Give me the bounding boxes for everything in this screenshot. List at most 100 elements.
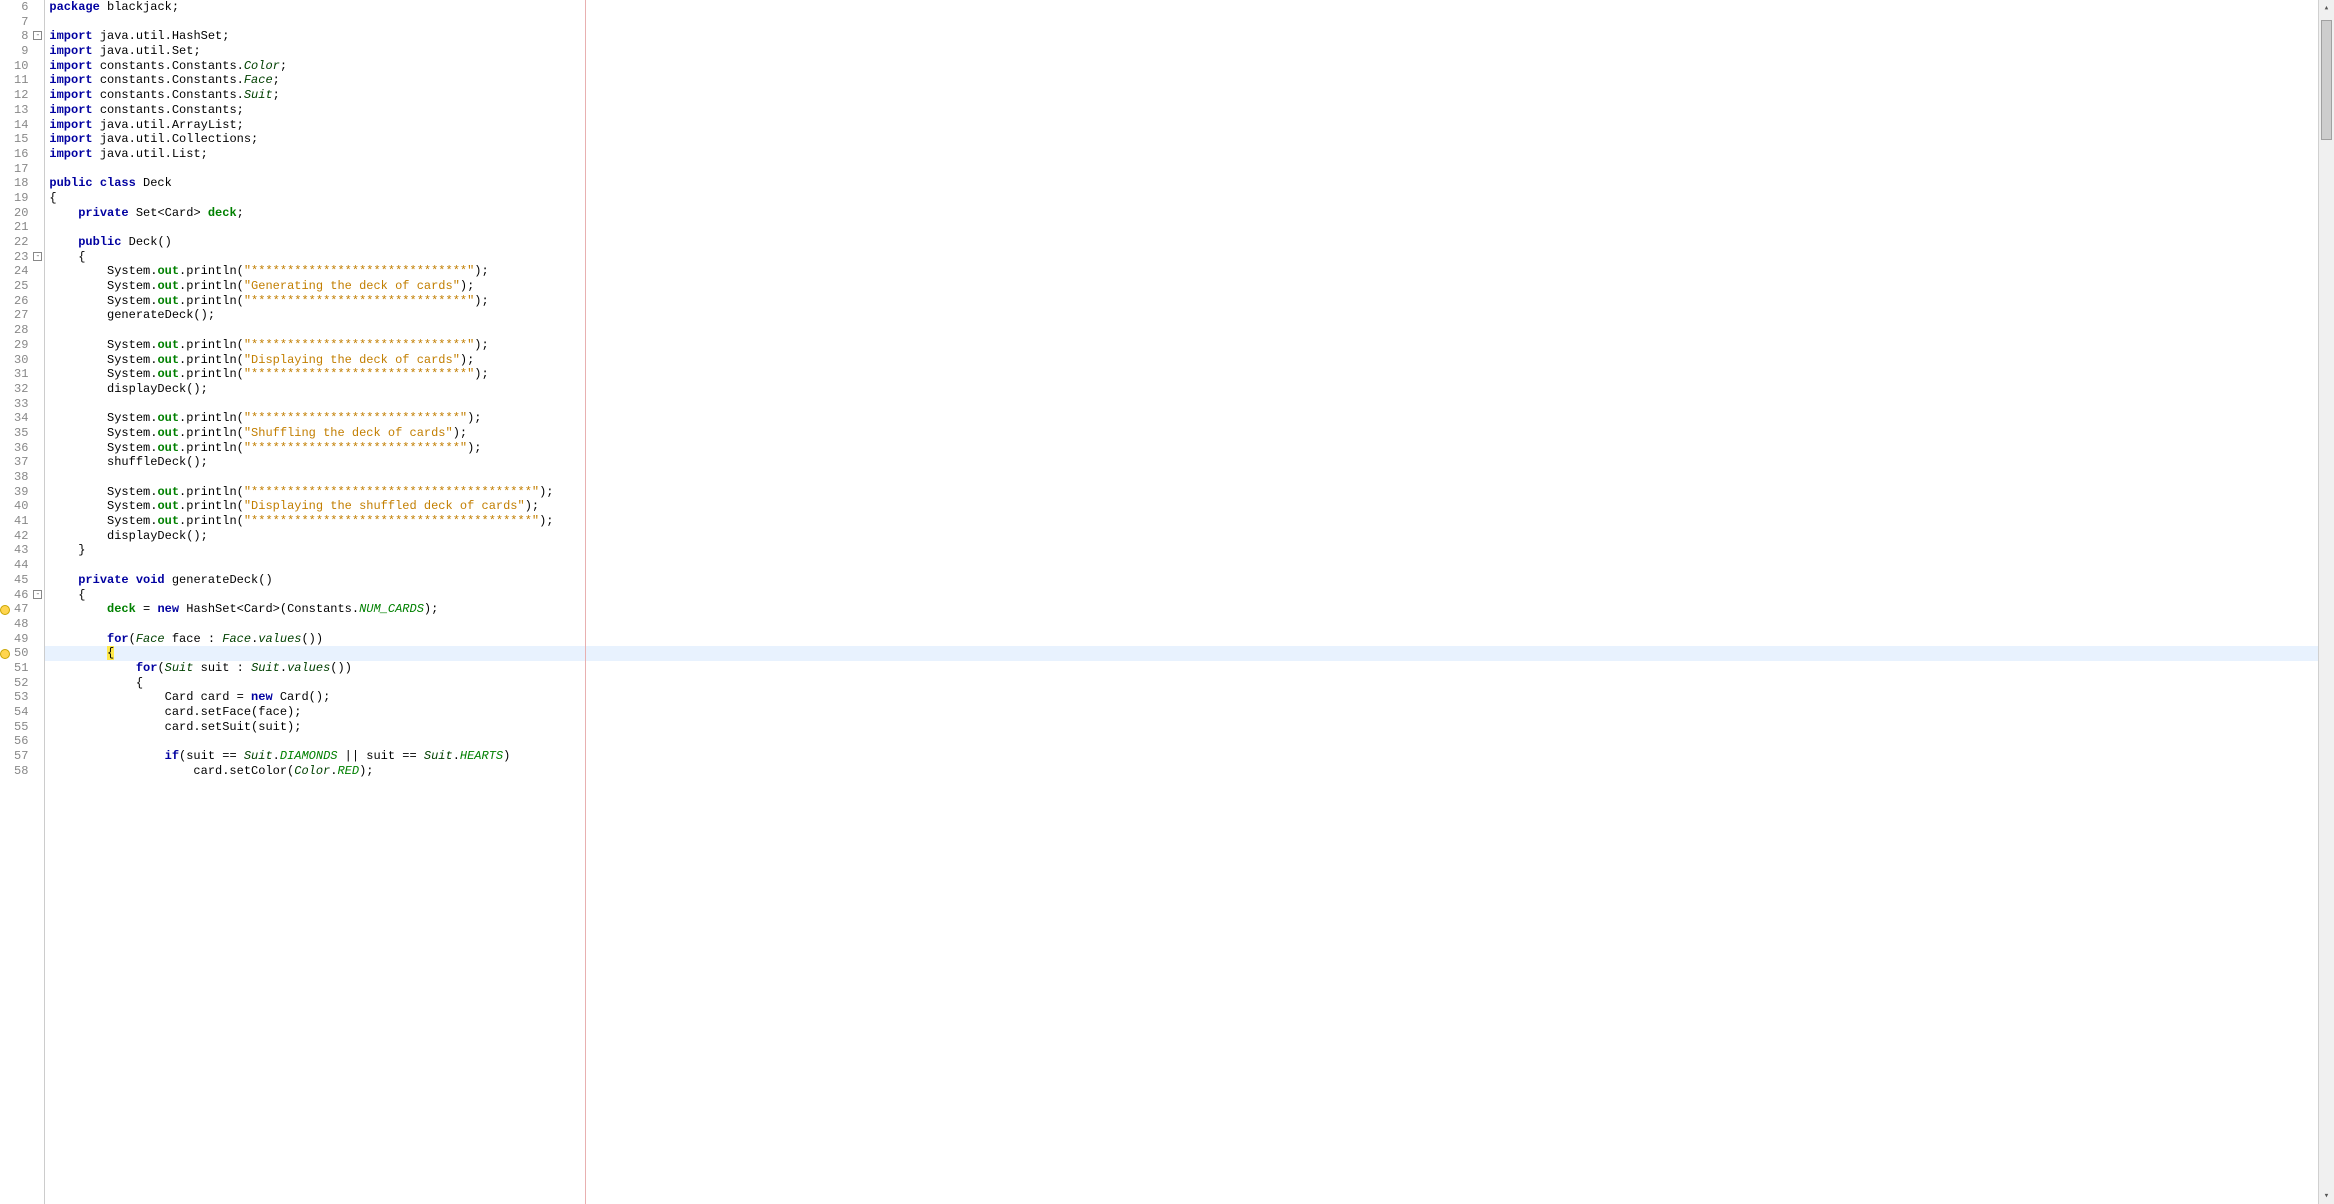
line-number: 32 (14, 382, 28, 397)
code-line[interactable] (45, 734, 2318, 749)
line-number: 9 (14, 44, 28, 59)
code-line[interactable]: { (45, 676, 2318, 691)
line-number: 44 (14, 558, 28, 573)
code-line[interactable]: import java.util.Collections; (45, 132, 2318, 147)
code-line[interactable]: public class Deck (45, 176, 2318, 191)
code-line[interactable]: if(suit == Suit.DIAMONDS || suit == Suit… (45, 749, 2318, 764)
line-number: 26 (14, 294, 28, 309)
fold-toggle-icon[interactable]: - (33, 590, 42, 599)
code-line[interactable]: System.out.println("Displaying the deck … (45, 353, 2318, 368)
scroll-down-arrow[interactable]: ▾ (2319, 1188, 2334, 1204)
line-number: 21 (14, 220, 28, 235)
code-line[interactable]: shuffleDeck(); (45, 455, 2318, 470)
code-line[interactable]: System.out.println("********************… (45, 514, 2318, 529)
line-number: 22 (14, 235, 28, 250)
code-line[interactable]: for(Suit suit : Suit.values()) (45, 661, 2318, 676)
code-line[interactable]: System.out.println("********************… (45, 485, 2318, 500)
code-line[interactable]: Card card = new Card(); (45, 690, 2318, 705)
fold-toggle-icon[interactable]: - (33, 31, 42, 40)
code-line[interactable]: private void generateDeck() (45, 573, 2318, 588)
code-line[interactable] (45, 617, 2318, 632)
code-line[interactable]: public Deck() (45, 235, 2318, 250)
line-number: 52 (14, 676, 28, 691)
code-line[interactable]: card.setColor(Color.RED); (45, 764, 2318, 779)
code-line[interactable] (45, 397, 2318, 412)
line-number: 13 (14, 103, 28, 118)
line-number: 54 (14, 705, 28, 720)
code-line[interactable]: import java.util.Set; (45, 44, 2318, 59)
line-number: 36 (14, 441, 28, 456)
line-number: 46 (14, 588, 28, 603)
line-number: 53 (14, 690, 28, 705)
code-line[interactable]: for(Face face : Face.values()) (45, 632, 2318, 647)
code-line[interactable]: private Set<Card> deck; (45, 206, 2318, 221)
code-line[interactable]: displayDeck(); (45, 529, 2318, 544)
code-line[interactable] (45, 15, 2318, 30)
code-line[interactable]: System.out.println("Shuffling the deck o… (45, 426, 2318, 441)
code-line[interactable]: card.setFace(face); (45, 705, 2318, 720)
line-number: 57 (14, 749, 28, 764)
line-number: 17 (14, 162, 28, 177)
code-line[interactable]: import java.util.ArrayList; (45, 118, 2318, 133)
line-number: 11 (14, 73, 28, 88)
code-line[interactable]: System.out.println("Generating the deck … (45, 279, 2318, 294)
code-line[interactable] (45, 220, 2318, 235)
code-line[interactable]: System.out.println("********************… (45, 411, 2318, 426)
line-number: 27 (14, 308, 28, 323)
code-line[interactable]: { (45, 588, 2318, 603)
hint-bulb-icon[interactable] (0, 649, 10, 659)
code-line[interactable]: { (45, 646, 2318, 661)
scroll-up-arrow[interactable]: ▴ (2319, 0, 2334, 16)
gutter: 6789101112131415161718192021222324252627… (0, 0, 45, 1204)
code-line[interactable]: generateDeck(); (45, 308, 2318, 323)
line-number: 45 (14, 573, 28, 588)
code-line[interactable] (45, 162, 2318, 177)
line-number: 41 (14, 514, 28, 529)
code-line[interactable]: } (45, 543, 2318, 558)
code-area[interactable]: package blackjack; import java.util.HashS… (45, 0, 2318, 1204)
code-line[interactable]: card.setSuit(suit); (45, 720, 2318, 735)
code-line[interactable] (45, 558, 2318, 573)
scroll-thumb[interactable] (2321, 20, 2332, 140)
code-line[interactable]: import java.util.List; (45, 147, 2318, 162)
line-number: 29 (14, 338, 28, 353)
vertical-scrollbar[interactable]: ▴ ▾ (2318, 0, 2334, 1204)
code-line[interactable]: System.out.println("********************… (45, 367, 2318, 382)
code-line[interactable]: package blackjack; (45, 0, 2318, 15)
code-line[interactable]: { (45, 250, 2318, 265)
line-number: 43 (14, 543, 28, 558)
code-line[interactable]: System.out.println("********************… (45, 441, 2318, 456)
code-line[interactable]: System.out.println("Displaying the shuff… (45, 499, 2318, 514)
code-line[interactable]: System.out.println("********************… (45, 264, 2318, 279)
line-number: 25 (14, 279, 28, 294)
code-line[interactable]: import java.util.HashSet; (45, 29, 2318, 44)
line-number: 34 (14, 411, 28, 426)
line-number: 19 (14, 191, 28, 206)
line-number: 33 (14, 397, 28, 412)
hint-bulb-icon[interactable] (0, 605, 10, 615)
line-numbers: 6789101112131415161718192021222324252627… (12, 0, 32, 1204)
code-line[interactable] (45, 470, 2318, 485)
code-line[interactable]: deck = new HashSet<Card>(Constants.NUM_C… (45, 602, 2318, 617)
code-line[interactable]: displayDeck(); (45, 382, 2318, 397)
code-line[interactable]: import constants.Constants.Face; (45, 73, 2318, 88)
line-number: 28 (14, 323, 28, 338)
line-number: 51 (14, 661, 28, 676)
fold-toggle-icon[interactable]: - (33, 252, 42, 261)
line-number: 40 (14, 499, 28, 514)
code-line[interactable] (45, 323, 2318, 338)
code-line[interactable]: System.out.println("********************… (45, 338, 2318, 353)
line-number: 18 (14, 176, 28, 191)
line-number: 8 (14, 29, 28, 44)
code-line[interactable]: import constants.Constants.Suit; (45, 88, 2318, 103)
code-line[interactable]: import constants.Constants.Color; (45, 59, 2318, 74)
line-number: 23 (14, 250, 28, 265)
code-line[interactable]: System.out.println("********************… (45, 294, 2318, 309)
hint-column (0, 0, 12, 1204)
line-number: 35 (14, 426, 28, 441)
line-number: 58 (14, 764, 28, 779)
code-line[interactable]: import constants.Constants; (45, 103, 2318, 118)
line-number: 31 (14, 367, 28, 382)
line-number: 37 (14, 455, 28, 470)
code-line[interactable]: { (45, 191, 2318, 206)
